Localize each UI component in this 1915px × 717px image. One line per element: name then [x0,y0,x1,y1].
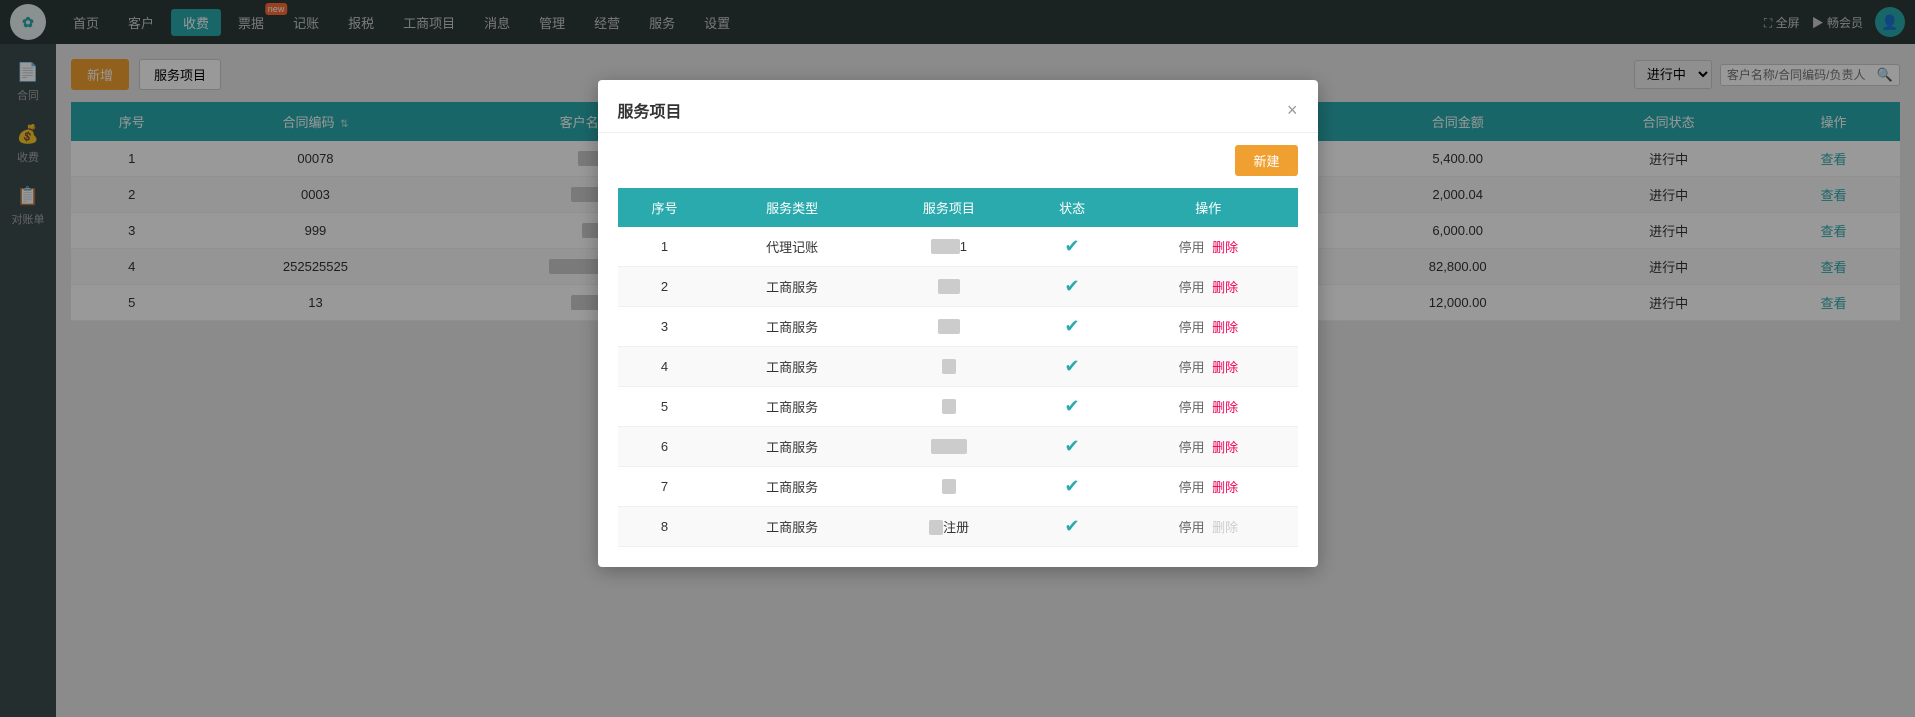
modal-table-row: 7 工商服务 ✔ 停用 删除 [618,467,1298,507]
modal-col-item: 服务项目 [873,188,1025,227]
modal-cell-seq: 5 [618,387,712,427]
modal-cell-item: 注册 [873,507,1025,547]
modal-table-row: 6 工商服务 ✔ 停用 删除 [618,427,1298,467]
stop-button[interactable]: 停用 [1178,320,1204,335]
modal-table-wrap: 序号 服务类型 服务项目 状态 操作 1 代理记账 1 ✔ [598,188,1318,567]
modal-cell-status: ✔ [1025,467,1119,507]
modal-table-row: 1 代理记账 1 ✔ 停用 删除 [618,227,1298,267]
modal-cell-action: 停用 删除 [1119,507,1297,547]
blurred-item [931,439,967,454]
delete-button[interactable]: 删除 [1212,480,1238,495]
modal-cell-action: 停用 删除 [1119,267,1297,307]
modal-cell-seq: 8 [618,507,712,547]
blurred-item [942,479,956,494]
blurred-item [942,399,956,414]
modal-cell-item [873,267,1025,307]
modal-cell-action: 停用 删除 [1119,347,1297,387]
modal-cell-status: ✔ [1025,307,1119,347]
status-active-icon: ✔ [1065,276,1080,296]
delete-button[interactable]: 删除 [1212,440,1238,455]
modal-cell-seq: 2 [618,267,712,307]
status-active-icon: ✔ [1065,436,1080,456]
service-items-modal: 服务项目 × 新建 序号 服务类型 服务项目 状态 操作 [598,80,1318,567]
modal-cell-type: 工商服务 [712,347,873,387]
modal-cell-status: ✔ [1025,227,1119,267]
stop-button[interactable]: 停用 [1178,240,1204,255]
modal-cell-status: ✔ [1025,267,1119,307]
blurred-item [942,359,956,374]
modal-col-type: 服务类型 [712,188,873,227]
stop-button[interactable]: 停用 [1178,280,1204,295]
modal-table-row: 8 工商服务 注册 ✔ 停用 删除 [618,507,1298,547]
modal-close-button[interactable]: × [1287,100,1298,121]
modal-table-row: 4 工商服务 ✔ 停用 删除 [618,347,1298,387]
modal-table-row: 5 工商服务 ✔ 停用 删除 [618,387,1298,427]
modal-cell-action: 停用 删除 [1119,387,1297,427]
delete-button[interactable]: 删除 [1212,280,1238,295]
modal-toolbar: 新建 [598,133,1318,188]
modal-cell-action: 停用 删除 [1119,427,1297,467]
stop-button[interactable]: 停用 [1178,520,1204,535]
status-active-icon: ✔ [1065,356,1080,376]
modal-cell-type: 工商服务 [712,427,873,467]
modal-title: 服务项目 [618,98,682,122]
status-active-icon: ✔ [1065,476,1080,496]
modal-cell-seq: 3 [618,307,712,347]
blurred-item [929,520,943,535]
stop-button[interactable]: 停用 [1178,360,1204,375]
modal-cell-seq: 6 [618,427,712,467]
modal-cell-action: 停用 删除 [1119,227,1297,267]
modal-cell-status: ✔ [1025,347,1119,387]
modal-col-action: 操作 [1119,188,1297,227]
status-active-icon: ✔ [1065,516,1080,536]
modal-cell-status: ✔ [1025,507,1119,547]
modal-cell-status: ✔ [1025,427,1119,467]
modal-cell-item [873,307,1025,347]
modal-col-seq: 序号 [618,188,712,227]
modal-table-row: 2 工商服务 ✔ 停用 删除 [618,267,1298,307]
modal-cell-action: 停用 删除 [1119,467,1297,507]
stop-button[interactable]: 停用 [1178,400,1204,415]
modal-cell-action: 停用 删除 [1119,307,1297,347]
stop-button[interactable]: 停用 [1178,480,1204,495]
modal-cell-item [873,387,1025,427]
modal-cell-type: 工商服务 [712,267,873,307]
status-active-icon: ✔ [1065,396,1080,416]
modal-cell-type: 工商服务 [712,307,873,347]
delete-button[interactable]: 删除 [1212,320,1238,335]
service-items-table: 序号 服务类型 服务项目 状态 操作 1 代理记账 1 ✔ [618,188,1298,547]
delete-button[interactable]: 删除 [1212,240,1238,255]
blurred-item [931,239,960,254]
modal-cell-item [873,467,1025,507]
modal-cell-seq: 7 [618,467,712,507]
modal-cell-type: 工商服务 [712,507,873,547]
modal-cell-item [873,427,1025,467]
modal-cell-type: 工商服务 [712,387,873,427]
modal-col-status: 状态 [1025,188,1119,227]
delete-button[interactable]: 删除 [1212,360,1238,375]
modal-new-button[interactable]: 新建 [1235,145,1297,176]
status-active-icon: ✔ [1065,316,1080,336]
modal-cell-status: ✔ [1025,387,1119,427]
blurred-item [938,279,960,294]
stop-button[interactable]: 停用 [1178,440,1204,455]
modal-cell-item [873,347,1025,387]
delete-button[interactable]: 删除 [1212,520,1238,535]
modal-table-row: 3 工商服务 ✔ 停用 删除 [618,307,1298,347]
modal-cell-type: 代理记账 [712,227,873,267]
modal-cell-seq: 4 [618,347,712,387]
modal-header: 服务项目 × [598,80,1318,133]
delete-button[interactable]: 删除 [1212,400,1238,415]
modal-cell-seq: 1 [618,227,712,267]
modal-overlay: 服务项目 × 新建 序号 服务类型 服务项目 状态 操作 [0,0,1915,717]
blurred-item [938,319,960,334]
modal-cell-item: 1 [873,227,1025,267]
modal-cell-type: 工商服务 [712,467,873,507]
status-active-icon: ✔ [1065,236,1080,256]
